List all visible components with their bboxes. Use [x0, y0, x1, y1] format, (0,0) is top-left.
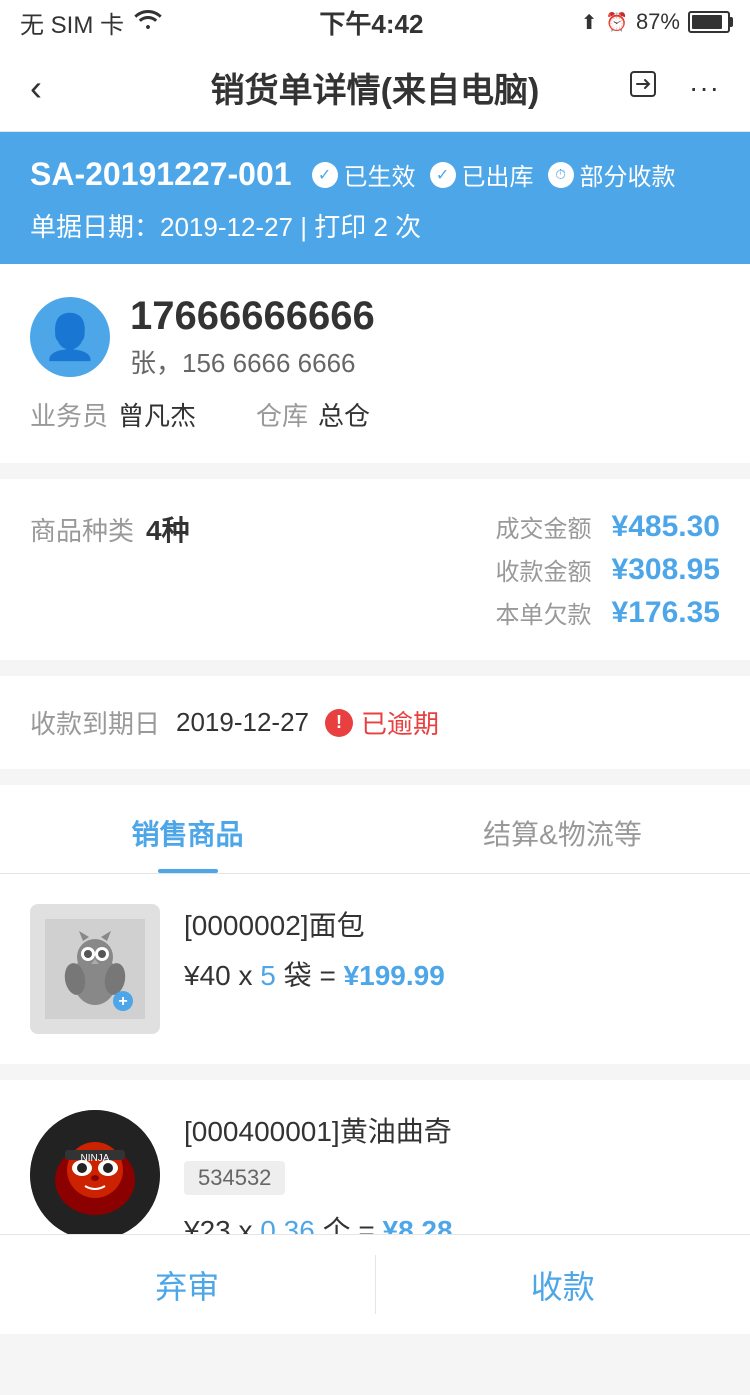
- page-title: 销货单详情(来自电脑): [211, 63, 540, 112]
- received-value: ¥308.95: [612, 553, 720, 587]
- product-image-bread: +: [30, 904, 160, 1034]
- order-id: SA-20191227-001: [30, 156, 292, 193]
- status-tags: ✓ 已生效 ✓ 已出库 ⏱ 部分收款: [312, 157, 676, 192]
- product-name-cookie: [000400001]黄油曲奇: [184, 1110, 720, 1150]
- transaction-value: ¥485.30: [612, 510, 720, 544]
- check-icon-2: ✓: [430, 162, 456, 188]
- overdue-badge: ! 已逾期: [325, 704, 439, 741]
- nav-bar: ‹ 销货单详情(来自电脑) ···: [0, 44, 750, 132]
- salesperson-label: 业务员: [30, 396, 108, 433]
- due-label: 收款到期日: [30, 704, 160, 741]
- products-list: + [0000002]面包 ¥40 x 5 袋 = ¥199.99: [0, 874, 750, 1279]
- debt-amount-row: 本单欠款 ¥176.35: [496, 595, 720, 630]
- transaction-amount-row: 成交金额 ¥485.30: [496, 509, 720, 544]
- product-type-label: 商品种类: [30, 511, 134, 548]
- product-card-bread: + [0000002]面包 ¥40 x 5 袋 = ¥199.99: [0, 874, 750, 1064]
- customer-phone: 17666666666: [130, 294, 375, 339]
- customer-top: 👤 17666666666 张，156 6666 6666: [30, 294, 720, 380]
- due-date-value: 2019-12-27: [176, 707, 309, 738]
- status-left: 无 SIM 卡: [20, 5, 162, 40]
- status-tag-shipped: ✓ 已出库: [430, 157, 534, 192]
- alarm-icon: ⏰: [606, 12, 628, 33]
- salesperson-value: 曾凡杰: [118, 396, 196, 433]
- back-button[interactable]: ‹: [30, 67, 90, 109]
- battery-percent: 87%: [636, 9, 680, 35]
- transaction-label: 成交金额: [496, 509, 592, 544]
- reject-button[interactable]: 弃审: [0, 1235, 375, 1334]
- tab-settlement-logistics[interactable]: 结算&物流等: [375, 785, 750, 873]
- due-date-section: 收款到期日 2019-12-27 ! 已逾期: [0, 676, 750, 769]
- customer-name-phone: 张，156 6666 6666: [130, 343, 375, 380]
- warehouse-value: 总仓: [318, 396, 370, 433]
- svg-text:NINJA: NINJA: [81, 1153, 110, 1164]
- status-right: ⬆ ⏰ 87%: [581, 9, 730, 35]
- product-name-bread: [0000002]面包: [184, 904, 720, 944]
- person-icon: 👤: [43, 311, 98, 363]
- customer-meta: 业务员 曾凡杰 仓库 总仓: [30, 396, 720, 433]
- status-bar: 无 SIM 卡 下午4:42 ⬆ ⏰ 87%: [0, 0, 750, 44]
- stats-left: 商品种类 4种: [30, 509, 190, 549]
- stats-right: 成交金额 ¥485.30 收款金额 ¥308.95 本单欠款 ¥176.35: [496, 509, 720, 630]
- svg-text:+: +: [118, 993, 127, 1010]
- tab-sales-products[interactable]: 销售商品: [0, 785, 375, 873]
- product-type-value: 4种: [146, 509, 190, 549]
- overdue-icon: !: [325, 709, 353, 737]
- nav-actions: ···: [627, 68, 720, 107]
- battery-indicator: [688, 11, 730, 33]
- content-area: SA-20191227-001 ✓ 已生效 ✓ 已出库 ⏱: [0, 132, 750, 1395]
- product-image-cookie: NINJA: [30, 1110, 160, 1240]
- stats-section: 商品种类 4种 成交金额 ¥485.30 收款金额 ¥308.95 本单欠款 ¥…: [0, 479, 750, 660]
- order-header-banner: SA-20191227-001 ✓ 已生效 ✓ 已出库 ⏱: [0, 132, 750, 264]
- more-icon[interactable]: ···: [689, 72, 720, 104]
- bottom-bar: 弃审 收款: [0, 1234, 750, 1334]
- customer-section: 👤 17666666666 张，156 6666 6666 业务员 曾凡杰 仓库…: [0, 264, 750, 463]
- overdue-text: 已逾期: [361, 704, 439, 741]
- status-tag-effective: ✓ 已生效: [312, 157, 416, 192]
- product-info-bread: [0000002]面包 ¥40 x 5 袋 = ¥199.99: [184, 904, 720, 994]
- debt-value: ¥176.35: [612, 596, 720, 630]
- share-icon[interactable]: [627, 68, 659, 107]
- wifi-icon: [134, 8, 162, 36]
- product-price-bread: ¥40 x 5 袋 = ¥199.99: [184, 954, 720, 994]
- avatar: 👤: [30, 297, 110, 377]
- order-id-row: SA-20191227-001 ✓ 已生效 ✓ 已出库 ⏱: [30, 156, 720, 193]
- warehouse-label: 仓库: [256, 396, 308, 433]
- received-label: 收款金额: [496, 552, 592, 587]
- status-tag-partial: ⏱ 部分收款: [548, 157, 676, 192]
- customer-details: 17666666666 张，156 6666 6666: [130, 294, 375, 380]
- product-type-row: 商品种类 4种: [30, 509, 190, 549]
- product-info-cookie: [000400001]黄油曲奇 534532 ¥23 x 0.36 个 = ¥8…: [184, 1110, 720, 1249]
- location-icon: ⬆: [581, 10, 598, 35]
- order-date-row: 单据日期：2019-12-27 | 打印 2 次: [30, 207, 720, 244]
- clock-icon: ⏱: [548, 162, 574, 188]
- received-amount-row: 收款金额 ¥308.95: [496, 552, 720, 587]
- carrier-text: 无 SIM 卡: [20, 5, 124, 40]
- status-time: 下午4:42: [319, 4, 423, 41]
- warehouse-item: 仓库 总仓: [256, 396, 370, 433]
- salesperson-item: 业务员 曾凡杰: [30, 396, 196, 433]
- product-badge-cookie: 534532: [184, 1161, 285, 1195]
- check-icon-1: ✓: [312, 162, 338, 188]
- debt-label: 本单欠款: [496, 595, 592, 630]
- tabs-row: 销售商品 结算&物流等: [0, 785, 750, 874]
- collect-button[interactable]: 收款: [376, 1235, 750, 1334]
